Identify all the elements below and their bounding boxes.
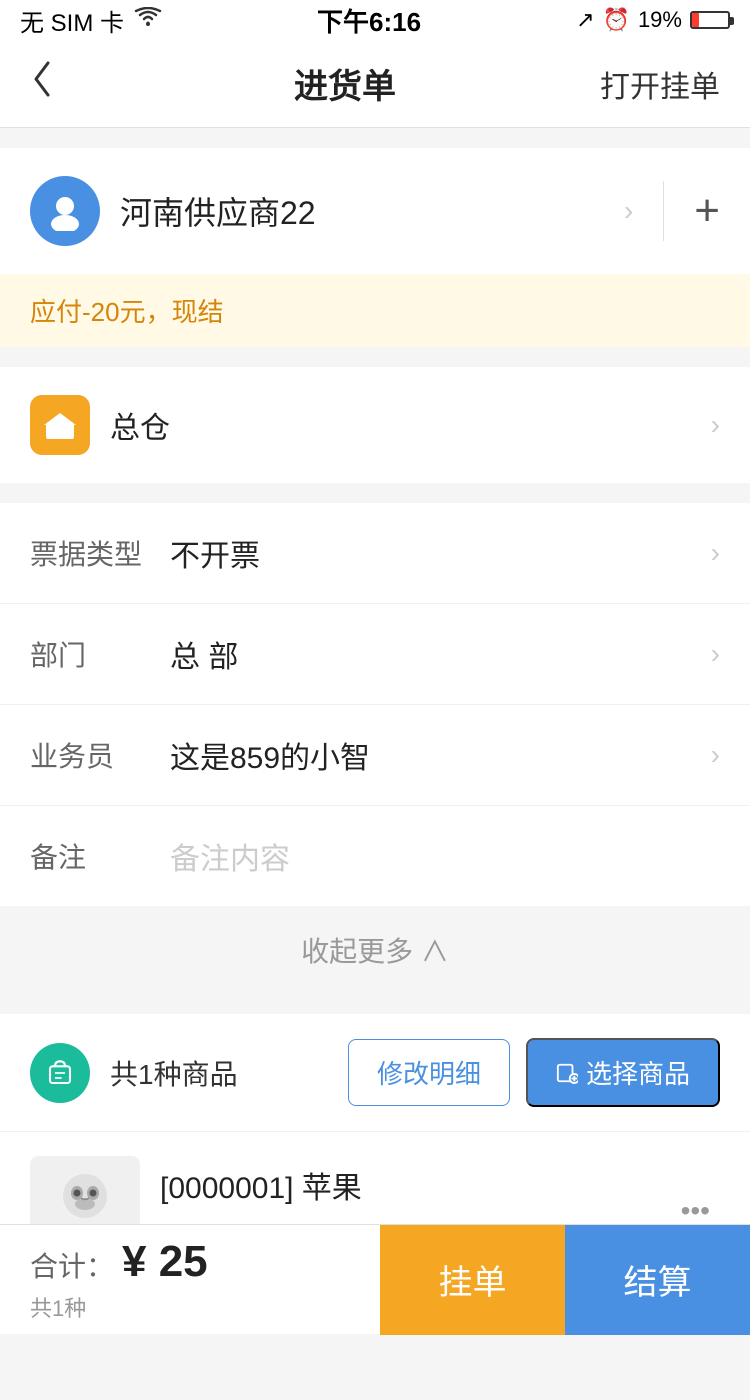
total-sub: 共1种 bbox=[30, 1291, 350, 1323]
carrier-text: 无 SIM 卡 bbox=[20, 3, 124, 38]
checkout-button[interactable]: 结算 bbox=[565, 1225, 750, 1335]
collapse-button[interactable]: 收起更多 ∧ bbox=[0, 906, 750, 994]
ticket-chevron: › bbox=[711, 537, 720, 569]
warehouse-row[interactable]: 总仓 › bbox=[0, 367, 750, 483]
edit-detail-button[interactable]: 修改明细 bbox=[348, 1039, 510, 1106]
department-value: 总 部 bbox=[170, 632, 711, 676]
battery-icon bbox=[690, 11, 730, 29]
product-name: [0000001] 苹果 bbox=[160, 1163, 651, 1207]
products-header: 共1种商品 修改明细 选择商品 bbox=[0, 1014, 750, 1132]
department-label: 部门 bbox=[30, 634, 170, 674]
total-label: 合计： bbox=[30, 1245, 114, 1285]
nav-bar: 进货单 打开挂单 bbox=[0, 40, 750, 128]
total-main: 合计： ¥ 25 bbox=[30, 1237, 350, 1287]
warehouse-name: 总仓 bbox=[110, 403, 711, 447]
battery-percentage: 19% bbox=[638, 7, 682, 33]
supplier-section: 河南供应商22 › + 应付-20元，现结 bbox=[0, 148, 750, 347]
product-title: 苹果 bbox=[302, 1172, 362, 1205]
select-product-label: 选择商品 bbox=[586, 1054, 690, 1091]
warning-text: 应付-20元，现结 bbox=[30, 297, 224, 327]
total-section: 合计： ¥ 25 共1种 bbox=[0, 1237, 380, 1323]
salesperson-label: 业务员 bbox=[30, 735, 170, 775]
supplier-avatar bbox=[30, 176, 100, 246]
department-chevron: › bbox=[711, 638, 720, 670]
warning-banner: 应付-20元，现结 bbox=[0, 274, 750, 347]
page-title: 进货单 bbox=[294, 59, 396, 108]
location-icon: ↗ bbox=[576, 7, 594, 33]
products-icon bbox=[30, 1043, 90, 1103]
select-product-button[interactable]: 选择商品 bbox=[526, 1038, 720, 1107]
wifi-icon bbox=[134, 6, 162, 34]
warehouse-icon bbox=[30, 395, 90, 455]
salesperson-value: 这是859的小智 bbox=[170, 733, 711, 777]
salesperson-chevron: › bbox=[711, 739, 720, 771]
add-button[interactable]: + bbox=[694, 189, 720, 233]
supplier-row[interactable]: 河南供应商22 › + bbox=[0, 148, 750, 274]
total-amount: ¥ 25 bbox=[122, 1237, 208, 1287]
products-count: 共1种商品 bbox=[110, 1053, 348, 1093]
supplier-name: 河南供应商22 bbox=[120, 188, 624, 234]
remark-input[interactable]: 备注内容 bbox=[170, 834, 720, 878]
status-time: 下午6:16 bbox=[317, 2, 421, 39]
bottom-bar: 合计： ¥ 25 共1种 挂单 结算 bbox=[0, 1224, 750, 1334]
department-row[interactable]: 部门 总 部 › bbox=[0, 604, 750, 705]
status-left: 无 SIM 卡 bbox=[20, 3, 162, 38]
alarm-icon: ⏰ bbox=[603, 7, 630, 33]
open-hang-button[interactable]: 打开挂单 bbox=[600, 62, 720, 106]
back-button[interactable] bbox=[30, 59, 90, 108]
remark-row[interactable]: 备注 备注内容 bbox=[0, 806, 750, 906]
status-bar: 无 SIM 卡 下午6:16 ↗ ⏰ 19% bbox=[0, 0, 750, 40]
ticket-type-label: 票据类型 bbox=[30, 533, 170, 573]
hang-button[interactable]: 挂单 bbox=[380, 1225, 565, 1335]
warehouse-section: 总仓 › bbox=[0, 367, 750, 483]
chevron-icon: › bbox=[624, 195, 633, 227]
warehouse-chevron: › bbox=[711, 409, 720, 441]
salesperson-row[interactable]: 业务员 这是859的小智 › bbox=[0, 705, 750, 806]
divider bbox=[663, 181, 664, 241]
ticket-type-row[interactable]: 票据类型 不开票 › bbox=[0, 503, 750, 604]
form-section: 票据类型 不开票 › 部门 总 部 › 业务员 这是859的小智 › 备注 备注… bbox=[0, 503, 750, 906]
status-right: ↗ ⏰ 19% bbox=[576, 7, 730, 33]
ticket-type-value: 不开票 bbox=[170, 531, 711, 575]
remark-label: 备注 bbox=[30, 836, 170, 876]
product-code: [0000001] bbox=[160, 1172, 302, 1205]
